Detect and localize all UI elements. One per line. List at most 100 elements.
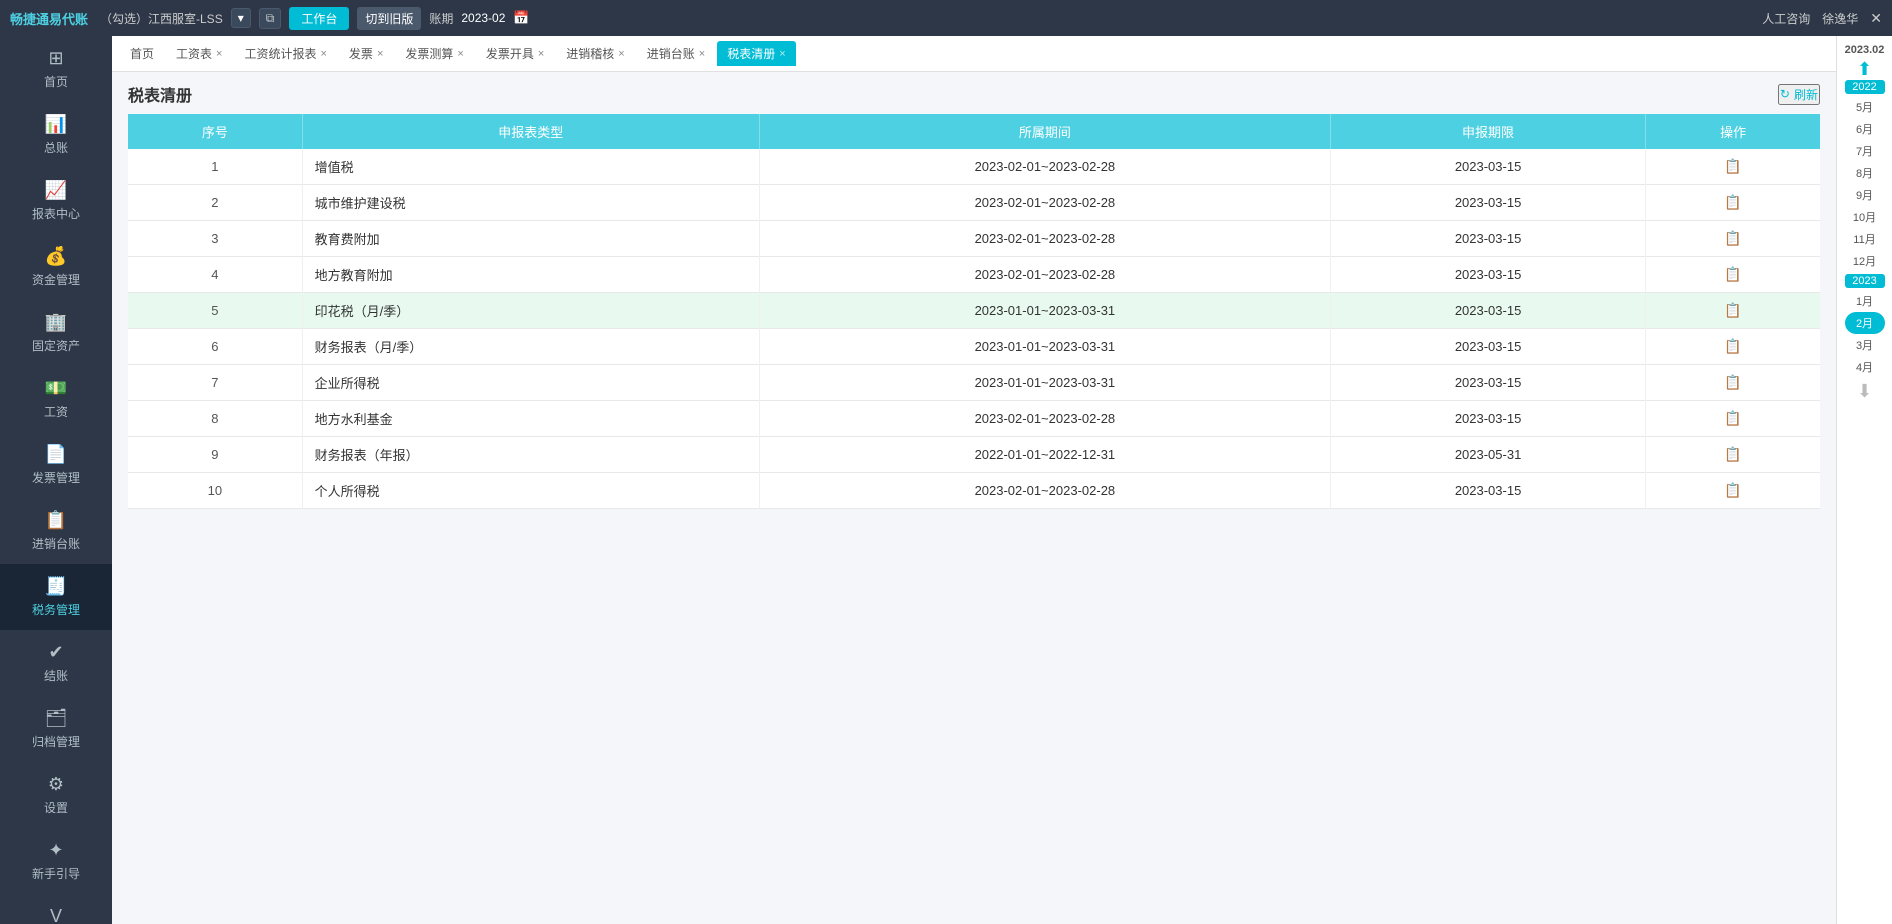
tab-进销台账[interactable]: 进销台账× xyxy=(637,41,715,66)
view-icon[interactable]: 📋 xyxy=(1724,482,1741,498)
user-menu[interactable]: 徐逸华 xyxy=(1822,10,1858,27)
view-icon[interactable]: 📋 xyxy=(1724,410,1741,426)
tab-发票[interactable]: 发票× xyxy=(339,41,393,66)
view-icon[interactable]: 📋 xyxy=(1724,446,1741,462)
sidebar-item-设置[interactable]: ⚙设置 xyxy=(0,762,112,828)
tab-工资表[interactable]: 工资表 × xyxy=(166,41,232,66)
view-icon[interactable]: 📋 xyxy=(1724,266,1741,282)
tab-发票开具[interactable]: 发票开具× xyxy=(476,41,554,66)
sidebar-item-首页[interactable]: ⊞首页 xyxy=(0,36,112,102)
sidebar-label: 总账 xyxy=(44,139,68,156)
table-row: 7企业所得税2023-01-01~2023-03-312023-03-15📋 xyxy=(128,365,1820,401)
sidebar-item-发票管理[interactable]: 📄发票管理 xyxy=(0,432,112,498)
timeline-month-2023-3月[interactable]: 3月 xyxy=(1845,334,1885,356)
table-row: 2城市维护建设税2023-02-01~2023-02-282023-03-15📋 xyxy=(128,185,1820,221)
timeline-down-button[interactable]: ⬇ xyxy=(1857,382,1872,400)
timeline-header: 2023.02 xyxy=(1843,40,1887,60)
timeline-month-2022-6月[interactable]: 6月 xyxy=(1845,118,1885,140)
tab-close-工资统计报表[interactable]: × xyxy=(320,48,326,60)
sidebar-item-归档管理[interactable]: 🗂归档管理 xyxy=(0,696,112,762)
top-bar-right: 人工咨询 徐逸华 ✕ xyxy=(1762,10,1882,27)
view-icon[interactable]: 📋 xyxy=(1724,158,1741,174)
close-button[interactable]: ✕ xyxy=(1870,10,1882,27)
sidebar-item-畅会员[interactable]: V畅会员 xyxy=(0,894,112,924)
cell-deadline: 2023-03-15 xyxy=(1330,365,1645,401)
table-row: 1增值税2023-02-01~2023-02-282023-03-15📋 xyxy=(128,149,1820,185)
view-icon[interactable]: 📋 xyxy=(1724,338,1741,354)
sidebar-icon-资金管理: 💰 xyxy=(45,246,67,267)
sidebar-label: 新手引导 xyxy=(32,865,80,882)
company-dropdown[interactable]: ▾ xyxy=(231,8,251,28)
tab-close-发票开具[interactable]: × xyxy=(538,48,544,60)
cell-period: 2022-01-01~2022-12-31 xyxy=(759,437,1330,473)
main-layout: ⊞首页📊总账📈报表中心💰资金管理🏢固定资产💵工资📄发票管理📋进销台账🧾税务管理✔… xyxy=(0,36,1892,924)
timeline-up-button[interactable]: ⬆ xyxy=(1857,60,1872,78)
sidebar-item-结账[interactable]: ✔结账 xyxy=(0,630,112,696)
timeline-year-2023[interactable]: 2023 xyxy=(1845,274,1885,288)
sidebar-item-税务管理[interactable]: 🧾税务管理 xyxy=(0,564,112,630)
sidebar-icon-首页: ⊞ xyxy=(48,48,63,69)
tab-close-税表清册[interactable]: × xyxy=(779,48,785,60)
tab-工资统计报表[interactable]: 工资统计报表× xyxy=(234,41,336,66)
table-row: 3教育费附加2023-02-01~2023-02-282023-03-15📋 xyxy=(128,221,1820,257)
table-row: 4地方教育附加2023-02-01~2023-02-282023-03-15📋 xyxy=(128,257,1820,293)
cell-action: 📋 xyxy=(1646,221,1820,257)
tab-税表清册[interactable]: 税表清册× xyxy=(717,41,795,66)
cell-action: 📋 xyxy=(1646,401,1820,437)
tab-首页[interactable]: 首页 xyxy=(120,41,164,66)
timeline-month-2023-4月[interactable]: 4月 xyxy=(1845,356,1885,378)
cell-period: 2023-01-01~2023-03-31 xyxy=(759,365,1330,401)
tab-发票测算[interactable]: 发票测算× xyxy=(395,41,473,66)
sidebar-item-工资[interactable]: 💵工资 xyxy=(0,366,112,432)
cell-no: 5 xyxy=(128,293,302,329)
tab-close-进销台账[interactable]: × xyxy=(699,48,705,60)
view-icon[interactable]: 📋 xyxy=(1724,194,1741,210)
timeline-month-2023-2月[interactable]: 2月 xyxy=(1845,312,1885,334)
tab-label: 工资表 xyxy=(176,45,212,62)
cell-period: 2023-02-01~2023-02-28 xyxy=(759,185,1330,221)
sidebar-icon-报表中心: 📈 xyxy=(45,180,67,201)
timeline-month-2022-5月[interactable]: 5月 xyxy=(1845,96,1885,118)
refresh-button[interactable]: ↻ 刷新 xyxy=(1778,84,1820,105)
cell-period: 2023-01-01~2023-03-31 xyxy=(759,293,1330,329)
sidebar-item-新手引导[interactable]: ✦新手引导 xyxy=(0,828,112,894)
timeline-month-2022-7月[interactable]: 7月 xyxy=(1845,140,1885,162)
tab-进销稽核[interactable]: 进销稽核× xyxy=(556,41,634,66)
cell-type: 个人所得税 xyxy=(302,473,759,509)
switch-version-button[interactable]: 切到旧版 xyxy=(357,7,421,30)
sidebar-label: 工资 xyxy=(44,403,68,420)
sidebar-item-报表中心[interactable]: 📈报表中心 xyxy=(0,168,112,234)
timeline-month-2022-12月[interactable]: 12月 xyxy=(1845,250,1885,272)
cell-no: 9 xyxy=(128,437,302,473)
app-logo: 畅捷通易代账 xyxy=(10,9,88,28)
tab-close-发票测算[interactable]: × xyxy=(457,48,463,60)
cell-action: 📋 xyxy=(1646,365,1820,401)
sidebar-label: 固定资产 xyxy=(32,337,80,354)
view-icon[interactable]: 📋 xyxy=(1724,302,1741,318)
table-col-申报期限: 申报期限 xyxy=(1330,114,1645,149)
timeline-month-2022-8月[interactable]: 8月 xyxy=(1845,162,1885,184)
sidebar-item-资金管理[interactable]: 💰资金管理 xyxy=(0,234,112,300)
cell-type: 企业所得税 xyxy=(302,365,759,401)
tab-close-工资表[interactable]: × xyxy=(216,48,222,60)
timeline-month-2022-9月[interactable]: 9月 xyxy=(1845,184,1885,206)
calendar-icon[interactable]: 📅 xyxy=(513,10,529,26)
support-button[interactable]: 人工咨询 xyxy=(1762,10,1810,27)
table-row: 5印花税（月/季）2023-01-01~2023-03-312023-03-15… xyxy=(128,293,1820,329)
workbench-button[interactable]: 工作台 xyxy=(289,7,349,30)
company-name: （勾选）江西服室-LSS xyxy=(100,10,223,27)
timeline-month-2023-1月[interactable]: 1月 xyxy=(1845,290,1885,312)
cell-deadline: 2023-03-15 xyxy=(1330,473,1645,509)
timeline-month-2022-10月[interactable]: 10月 xyxy=(1845,206,1885,228)
tab-close-发票[interactable]: × xyxy=(377,48,383,60)
sidebar-item-总账[interactable]: 📊总账 xyxy=(0,102,112,168)
timeline-month-2022-11月[interactable]: 11月 xyxy=(1845,228,1885,250)
cell-action: 📋 xyxy=(1646,149,1820,185)
sidebar-item-固定资产[interactable]: 🏢固定资产 xyxy=(0,300,112,366)
view-icon[interactable]: 📋 xyxy=(1724,374,1741,390)
view-icon[interactable]: 📋 xyxy=(1724,230,1741,246)
timeline-year-2022[interactable]: 2022 xyxy=(1845,80,1885,94)
tab-close-进销稽核[interactable]: × xyxy=(618,48,624,60)
sidebar-item-进销台账[interactable]: 📋进销台账 xyxy=(0,498,112,564)
copy-icon-btn[interactable]: ⧉ xyxy=(259,8,282,29)
